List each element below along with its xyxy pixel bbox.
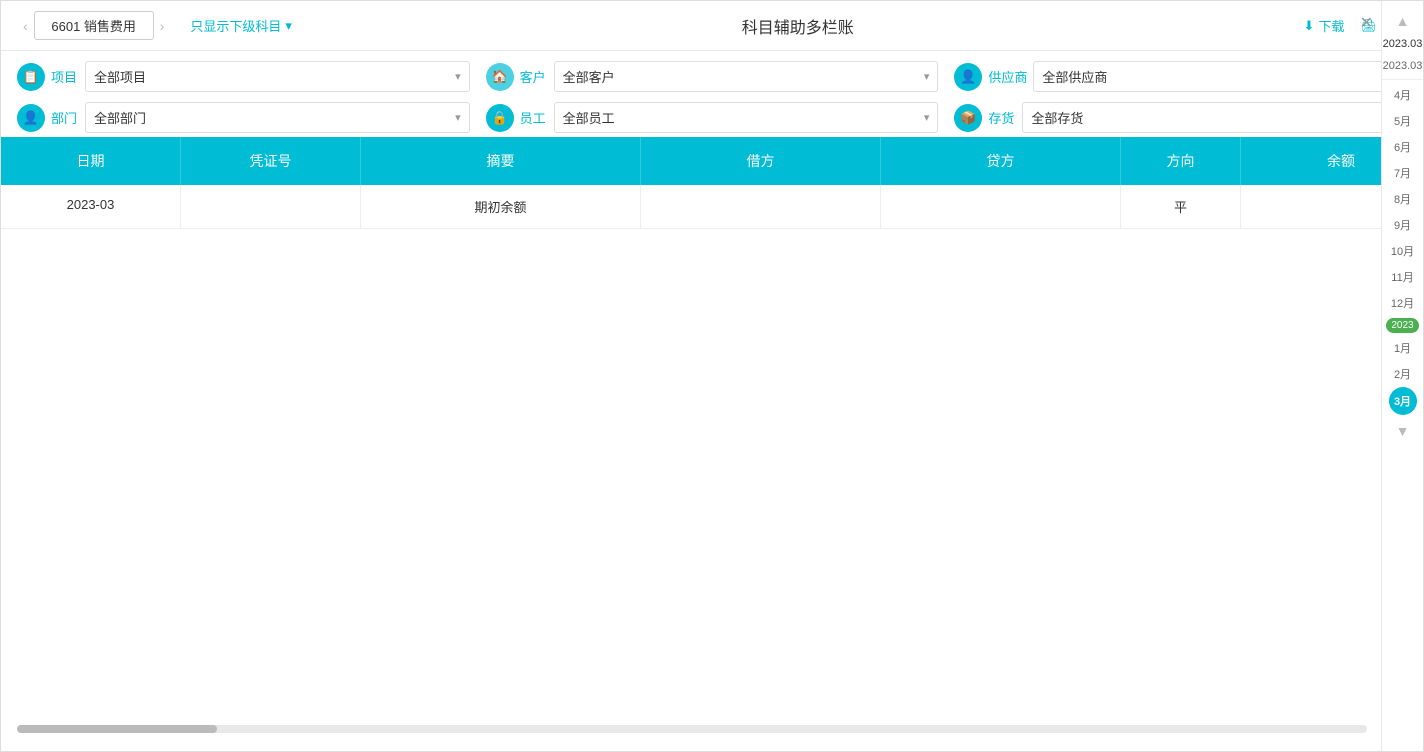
filter-department: 👤 部门 全部部门 ▾ (17, 102, 470, 133)
department-select[interactable]: 全部部门 ▾ (85, 102, 470, 133)
nav-next-button[interactable]: › (154, 16, 171, 36)
cell-debit (641, 185, 881, 228)
table-header: 日期 凭证号 摘要 借方 贷方 方向 余额 (1, 137, 1423, 185)
table-row: 2023-03 期初余额 平 (1, 185, 1423, 229)
department-arrow-icon: ▾ (455, 111, 461, 124)
sidebar-month-10[interactable]: 10月 (1382, 238, 1423, 264)
supplier-icon: 👤 (954, 63, 982, 91)
filter-inventory: 📦 存货 全部存货 ▾ (954, 102, 1407, 133)
inventory-value: 全部存货 (1031, 108, 1083, 127)
customer-select[interactable]: 全部客户 ▾ (554, 61, 939, 92)
department-value: 全部部门 (94, 108, 146, 127)
inventory-select[interactable]: 全部存货 ▾ (1022, 102, 1407, 133)
col-voucher: 凭证号 (181, 137, 361, 185)
download-icon: ⬇ (1304, 18, 1315, 34)
project-arrow-icon: ▾ (455, 70, 461, 83)
close-button[interactable]: ✕ (1360, 13, 1373, 33)
scrollbar-track (17, 725, 1367, 733)
customer-icon: 🏠 (486, 63, 514, 91)
cell-credit (881, 185, 1121, 228)
filter-bar: 📋 项目 全部项目 ▾ 🏠 客户 全部客户 ▾ 👤 供应商 全部供应 (1, 51, 1423, 137)
download-label: 下载 (1318, 16, 1344, 35)
col-debit: 借方 (641, 137, 881, 185)
table-body: 2023-03 期初余额 平 (1, 185, 1423, 229)
supplier-select[interactable]: 全部供应商 ▾ (1033, 61, 1407, 92)
customer-arrow-icon: ▾ (924, 70, 930, 83)
project-label: 项目 (51, 67, 79, 86)
filter-row-2: 👤 部门 全部部门 ▾ 🔒 员工 全部员工 ▾ 📦 存货 全部存货 (17, 102, 1407, 133)
filter-customer: 🏠 客户 全部客户 ▾ (486, 61, 939, 92)
sidebar-month-2[interactable]: 2月 (1382, 361, 1423, 387)
sidebar-month-9[interactable]: 9月 (1382, 212, 1423, 238)
employee-select[interactable]: 全部员工 ▾ (554, 102, 939, 133)
customer-label: 客户 (520, 67, 548, 86)
account-code[interactable]: 6601 销售费用 (34, 11, 154, 40)
department-label: 部门 (51, 108, 79, 127)
table-container: 日期 凭证号 摘要 借方 贷方 方向 余额 2023-03 期初余额 平 (1, 137, 1423, 229)
right-sidebar: ▲ 2023.03 2023.03 4月 5月 6月 7月 8月 9月 10月 … (1381, 1, 1423, 751)
download-button[interactable]: ⬇ 下载 (1304, 16, 1345, 35)
department-icon: 👤 (17, 104, 45, 132)
filter-project: 📋 项目 全部项目 ▾ (17, 61, 470, 92)
project-value: 全部项目 (94, 67, 146, 86)
filter-row-1: 📋 项目 全部项目 ▾ 🏠 客户 全部客户 ▾ 👤 供应商 全部供应 (17, 61, 1407, 92)
sidebar-up-icon[interactable]: ▲ (1392, 9, 1414, 33)
sidebar-month-11[interactable]: 11月 (1382, 264, 1423, 290)
sidebar-month-12[interactable]: 12月 (1382, 290, 1423, 316)
sidebar-month-6[interactable]: 6月 (1382, 134, 1423, 160)
sidebar-month-2023-03-top[interactable]: 2023.03 (1382, 33, 1423, 55)
customer-value: 全部客户 (563, 67, 615, 86)
filter-supplier: 👤 供应商 全部供应商 ▾ (954, 61, 1407, 92)
col-credit: 贷方 (881, 137, 1121, 185)
main-container: ‹ 6601 销售费用 › 只显示下级科目 ▾ 科目辅助多栏账 ⬇ 下载 🖨 打… (0, 0, 1424, 752)
employee-arrow-icon: ▾ (924, 111, 930, 124)
project-select[interactable]: 全部项目 ▾ (85, 61, 470, 92)
employee-label: 员工 (520, 108, 548, 127)
inventory-label: 存货 (988, 108, 1016, 127)
sidebar-divider-1 (1382, 79, 1423, 80)
header: ‹ 6601 销售费用 › 只显示下级科目 ▾ 科目辅助多栏账 ⬇ 下载 🖨 打… (1, 1, 1423, 51)
nav-prev-button[interactable]: ‹ (17, 16, 34, 36)
col-date: 日期 (1, 137, 181, 185)
inventory-icon: 📦 (954, 104, 982, 132)
sidebar-month-2023-03-dup[interactable]: 2023.03 (1382, 55, 1423, 77)
horizontal-scrollbar[interactable] (1, 725, 1383, 735)
supplier-value: 全部供应商 (1042, 67, 1107, 86)
col-summary: 摘要 (361, 137, 641, 185)
scrollbar-thumb[interactable] (17, 725, 217, 733)
cell-summary: 期初余额 (361, 185, 641, 228)
project-icon: 📋 (17, 63, 45, 91)
show-sub-label: 只显示下级科目 (190, 16, 281, 35)
year-badge[interactable]: 2023 (1386, 318, 1418, 333)
employee-icon: 🔒 (486, 104, 514, 132)
show-sub-button[interactable]: 只显示下级科目 ▾ (190, 16, 292, 35)
page-title: 科目辅助多栏账 (292, 14, 1304, 38)
filter-employee: 🔒 员工 全部员工 ▾ (486, 102, 939, 133)
sidebar-month-4[interactable]: 4月 (1382, 82, 1423, 108)
sidebar-month-7[interactable]: 7月 (1382, 160, 1423, 186)
col-direction: 方向 (1121, 137, 1241, 185)
supplier-label: 供应商 (988, 67, 1027, 86)
sidebar-month-8[interactable]: 8月 (1382, 186, 1423, 212)
sidebar-month-5[interactable]: 5月 (1382, 108, 1423, 134)
sidebar-month-1[interactable]: 1月 (1382, 335, 1423, 361)
sidebar-month-3-selected[interactable]: 3月 (1389, 387, 1417, 415)
cell-voucher (181, 185, 361, 228)
cell-date: 2023-03 (1, 185, 181, 228)
cell-direction: 平 (1121, 185, 1241, 228)
sidebar-down-icon[interactable]: ▼ (1392, 419, 1414, 443)
employee-value: 全部员工 (563, 108, 615, 127)
